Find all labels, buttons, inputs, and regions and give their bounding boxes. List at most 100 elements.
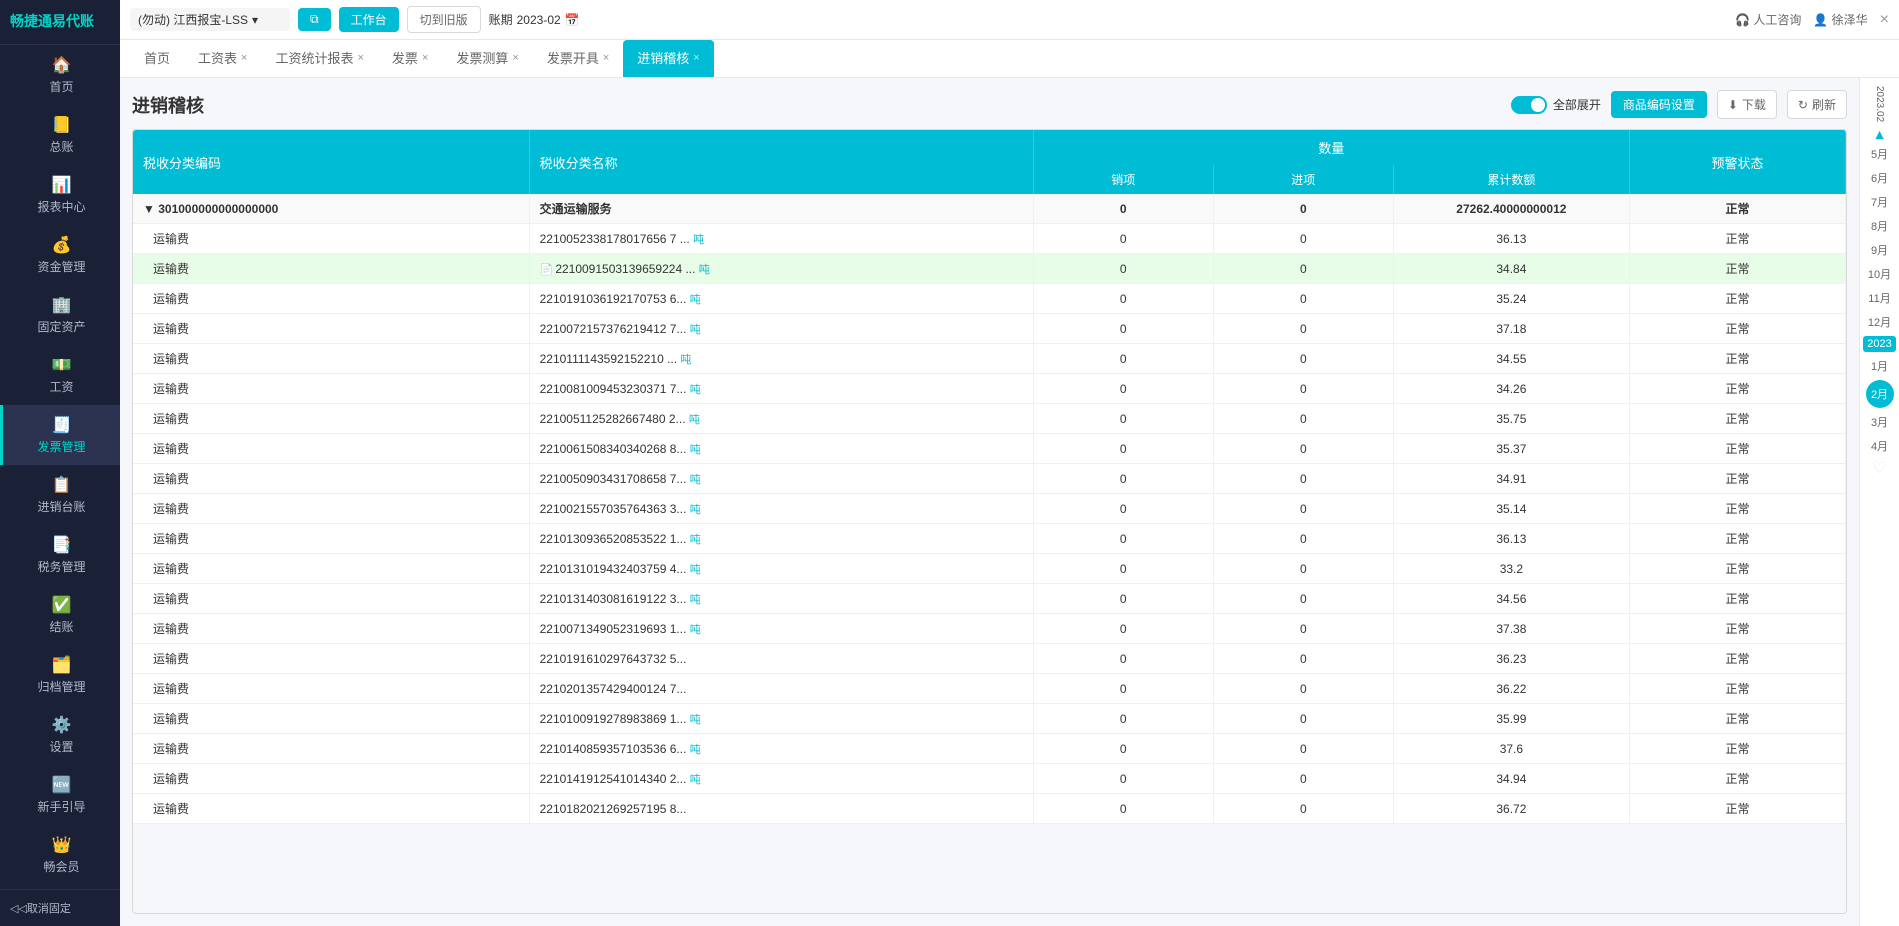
row-taxcode: 2210061508340340268 8... 吨	[529, 434, 1033, 464]
sidebar-item-ledger[interactable]: 📒 总账	[0, 105, 120, 165]
row-status: 正常	[1629, 374, 1845, 404]
table-row: 运输费 2210131403081619122 3... 吨 0 0 34.56…	[133, 584, 1846, 614]
page-header: 进销稽核 全部展开 商品编码设置 ⬇ 下载 ↻ 刷新	[132, 90, 1847, 119]
sidebar-item-home[interactable]: 🏠 首页	[0, 45, 120, 105]
tab-invoice-open[interactable]: 发票开具 ×	[533, 40, 623, 77]
row-status: 正常	[1629, 494, 1845, 524]
expand-toggle[interactable]	[1511, 96, 1547, 114]
download-button[interactable]: ⬇ 下载	[1717, 90, 1777, 119]
row-purchase: 0	[1213, 284, 1393, 314]
row-sales: 0	[1033, 314, 1213, 344]
row-sales: 0	[1033, 494, 1213, 524]
row-sales: 0	[1033, 404, 1213, 434]
row-sales: 0	[1033, 434, 1213, 464]
month-3[interactable]: 3月	[1862, 410, 1898, 434]
calendar-icon[interactable]: 📅	[565, 13, 580, 27]
close-icon[interactable]: ×	[512, 52, 518, 64]
row-purchase: 0	[1213, 314, 1393, 344]
close-icon[interactable]: ×	[422, 52, 428, 64]
group-cumulative: 27262.40000000012	[1393, 194, 1629, 224]
sidebar-item-guide[interactable]: 🆕 新手引导	[0, 765, 120, 825]
month-11[interactable]: 11月	[1862, 286, 1898, 310]
row-name: 运输费	[133, 494, 529, 524]
sidebar-item-assets[interactable]: 🏢 固定资产	[0, 285, 120, 345]
headset-icon: 🎧	[1735, 13, 1750, 27]
sidebar-item-archive[interactable]: 🗂️ 归档管理	[0, 645, 120, 705]
month-7[interactable]: 7月	[1862, 190, 1898, 214]
close-icon[interactable]: ×	[603, 52, 609, 64]
archive-icon: 🗂️	[52, 655, 72, 675]
salary-icon: 💵	[52, 355, 72, 375]
close-icon[interactable]: ×	[693, 52, 699, 64]
switch-version-button[interactable]: 切到旧版	[407, 6, 481, 33]
row-taxcode: 2210021557035764363 3... 吨	[529, 494, 1033, 524]
workbench-button[interactable]: 工作台	[339, 7, 399, 32]
invoice-icon: 🧾	[52, 415, 72, 435]
row-cumulative: 36.72	[1393, 794, 1629, 824]
row-sales: 0	[1033, 254, 1213, 284]
tab-invoice[interactable]: 发票 ×	[378, 40, 442, 77]
chevron-up-icon[interactable]: ▲	[1873, 126, 1887, 142]
sidebar-item-tax[interactable]: 📑 税务管理	[0, 525, 120, 585]
sidebar-item-settings[interactable]: ⚙️ 设置	[0, 705, 120, 765]
sidebar-item-label: 归档管理	[37, 678, 85, 695]
month-4[interactable]: 4月	[1862, 434, 1898, 458]
row-sales: 0	[1033, 284, 1213, 314]
month-10[interactable]: 10月	[1862, 262, 1898, 286]
sidebar-item-invoice[interactable]: 🧾 发票管理	[0, 405, 120, 465]
month-12[interactable]: 12月	[1862, 310, 1898, 334]
copy-button[interactable]: ⧉	[298, 8, 331, 31]
close-icon[interactable]: ×	[241, 52, 247, 64]
month-5[interactable]: 5月	[1862, 142, 1898, 166]
close-icon[interactable]: ×	[357, 52, 363, 64]
row-cumulative: 36.13	[1393, 224, 1629, 254]
sidebar-item-finance[interactable]: 💰 资金管理	[0, 225, 120, 285]
row-cumulative: 34.26	[1393, 374, 1629, 404]
sidebar-item-label: 发票管理	[37, 438, 85, 455]
collapse-icon[interactable]: ▼	[143, 202, 155, 216]
sidebar-item-report[interactable]: 📊 报表中心	[0, 165, 120, 225]
tab-invoice-calc[interactable]: 发票测算 ×	[442, 40, 532, 77]
row-purchase: 0	[1213, 734, 1393, 764]
refresh-button[interactable]: ↻ 刷新	[1787, 90, 1847, 119]
sidebar-item-member[interactable]: 👑 畅会员	[0, 825, 120, 885]
tab-salary-table[interactable]: 工资表 ×	[184, 40, 261, 77]
file-icon: 📄	[540, 264, 554, 276]
table-row: 运输费 2210021557035764363 3... 吨 0 0 35.14…	[133, 494, 1846, 524]
tab-reconcile[interactable]: 进销稽核 ×	[623, 40, 713, 77]
sidebar-item-sales[interactable]: 📋 进销台账	[0, 465, 120, 525]
tab-salary-report[interactable]: 工资统计报表 ×	[261, 40, 377, 77]
close-button[interactable]: ×	[1880, 11, 1889, 29]
row-purchase: 0	[1213, 344, 1393, 374]
row-name: 运输费	[133, 374, 529, 404]
checkout-icon: ✅	[52, 595, 72, 615]
goods-code-settings-button[interactable]: 商品编码设置	[1611, 91, 1707, 118]
row-purchase: 0	[1213, 584, 1393, 614]
row-name: 运输费	[133, 254, 529, 284]
row-sales: 0	[1033, 524, 1213, 554]
table-row: 运输费 📄2210091503139659224 ... 吨 0 0 34.84…	[133, 254, 1846, 284]
month-9[interactable]: 9月	[1862, 238, 1898, 262]
row-purchase: 0	[1213, 224, 1393, 254]
row-cumulative: 34.84	[1393, 254, 1629, 284]
company-selector[interactable]: (勿动) 江西报宝-LSS ▾	[130, 8, 290, 31]
table-row: 运输费 2210061508340340268 8... 吨 0 0 35.37…	[133, 434, 1846, 464]
user-avatar[interactable]: 👤 徐泽华	[1813, 11, 1867, 28]
row-cumulative: 37.38	[1393, 614, 1629, 644]
month-8[interactable]: 8月	[1862, 214, 1898, 238]
row-taxcode: 2210140859357103536 6... 吨	[529, 734, 1033, 764]
tab-home[interactable]: 首页	[130, 40, 184, 77]
period-value: 2023-02	[517, 13, 561, 27]
sidebar-unpin[interactable]: ◁◁ 取消固定	[0, 889, 120, 926]
support-button[interactable]: 🎧 人工咨询	[1735, 11, 1801, 28]
month-1[interactable]: 1月	[1862, 354, 1898, 378]
row-taxcode: 2210052338178017656 7 ... 吨	[529, 224, 1033, 254]
month-2-active[interactable]: 2月	[1866, 380, 1894, 408]
sidebar-item-salary[interactable]: 💵 工资	[0, 345, 120, 405]
month-6[interactable]: 6月	[1862, 166, 1898, 190]
sidebar-item-checkout[interactable]: ✅ 结账	[0, 585, 120, 645]
topbar: (勿动) 江西报宝-LSS ▾ ⧉ 工作台 切到旧版 账期 2023-02 📅 …	[120, 0, 1899, 40]
table-row-group: ▼ 301000000000000000 交通运输服务 0 0 27262.40…	[133, 194, 1846, 224]
th-purchase: 进项	[1213, 165, 1393, 194]
page-title: 进销稽核	[132, 92, 204, 118]
